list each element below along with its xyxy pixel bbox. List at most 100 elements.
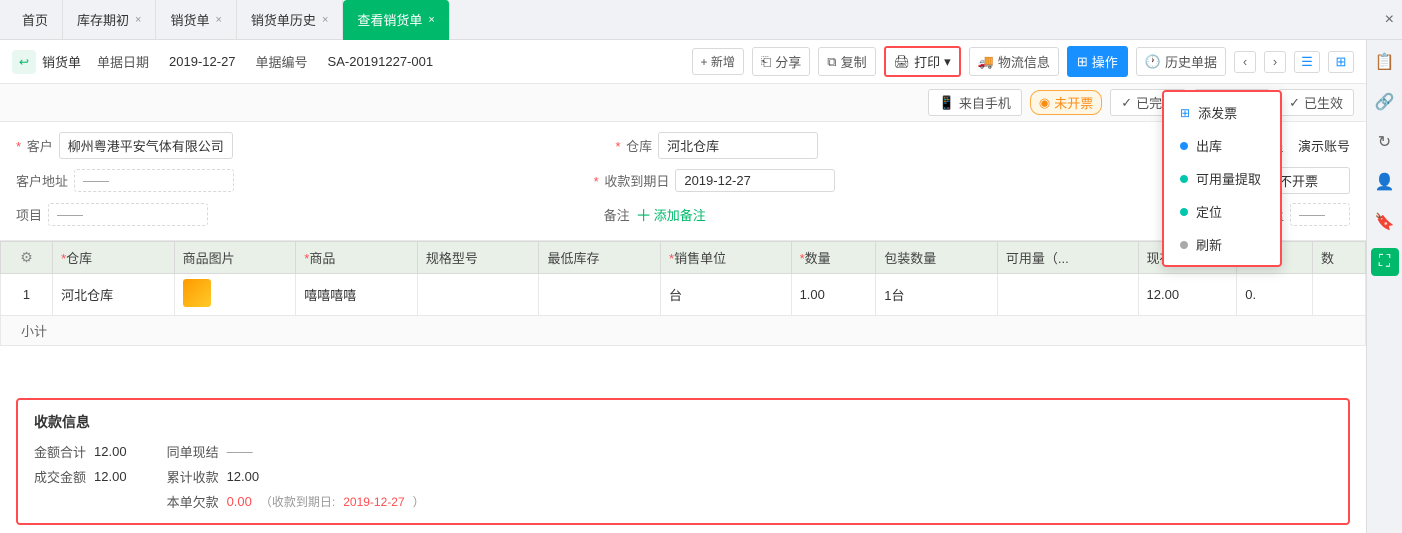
ticket-type-value[interactable]: 不开票 (1270, 167, 1350, 194)
available-qty-item[interactable]: 可用量提取 (1164, 162, 1280, 195)
operations-icon: ⊞ (1077, 54, 1088, 70)
prev-record[interactable]: ‹ (1234, 51, 1256, 73)
warehouse-group: * 仓库 河北仓库 (615, 132, 1214, 159)
col-qty: *数量 (791, 242, 876, 274)
sidebar-link-icon[interactable]: 🔗 (1371, 88, 1399, 116)
address-value[interactable]: —— (74, 169, 234, 192)
cumulative-row: 累计收款 12.00 (167, 467, 425, 486)
logistics-button[interactable]: 🚚 物流信息 (969, 47, 1059, 76)
current-due-value: 0.00 (227, 494, 252, 509)
payment-date-value[interactable]: 2019-12-27 (675, 169, 835, 192)
amount-row: 金额合计 12.00 (34, 442, 127, 461)
row-price: 0. (1237, 274, 1313, 316)
close-tab-history[interactable]: × (322, 14, 328, 26)
tab-sales-history[interactable]: 销货单历史 × (237, 0, 343, 40)
cumulative-value: 12.00 (227, 469, 260, 484)
tab-bar: 首页 库存期初 × 销货单 × 销货单历史 × 查看销货单 × × (0, 0, 1402, 40)
doc-number-label: 单据编号 (256, 52, 308, 71)
print-button[interactable]: 🖨 打印 ▾ (884, 46, 961, 77)
col-gear[interactable]: ⚙ (1, 242, 53, 274)
effective-icon: ✓ (1289, 95, 1300, 111)
row-min-stock (539, 274, 661, 316)
col-product: *商品 (296, 242, 418, 274)
from-phone-button[interactable]: 📱 来自手机 (928, 89, 1022, 116)
print-dropdown-icon: ▾ (944, 54, 951, 70)
share-button[interactable]: ⎗ 分享 (752, 47, 810, 76)
history-icon: 🕐 (1145, 54, 1161, 70)
project-group: 项目 —— (16, 203, 604, 226)
col-available: 可用量（... (997, 242, 1138, 274)
trade-amount-label: 成交金额 (34, 467, 86, 486)
sidebar-expand-icon[interactable]: ⛶ (1371, 248, 1399, 276)
payment-date-group: * 收款到期日 2019-12-27 (594, 169, 1172, 192)
add-invoice-icon: ⊞ (1180, 106, 1190, 120)
effective-button[interactable]: ✓ 已生效 (1278, 89, 1354, 116)
sidebar-bookmark-icon[interactable]: 🔖 (1371, 208, 1399, 236)
refresh-item[interactable]: 刷新 (1164, 228, 1280, 261)
business-staff-value[interactable]: —— (1290, 203, 1350, 226)
close-tab-view[interactable]: × (428, 14, 434, 26)
list-view-button[interactable]: ☰ (1294, 51, 1320, 73)
share-icon: ⎗ (761, 54, 771, 70)
col-min-stock: 最低库存 (539, 242, 661, 274)
form-row-2: 客户地址 —— * 收款到期日 2019-12-27 * 票据类型 不开票 (16, 167, 1350, 194)
form-row-3: 项目 —— 备注 ＋ 添加备注 * 业务员孟 —— (16, 202, 1350, 226)
project-value[interactable]: —— (48, 203, 208, 226)
locate-item[interactable]: 定位 (1164, 195, 1280, 228)
outbound-item[interactable]: 出库 (1164, 129, 1280, 162)
due-date: 2019-12-27 (343, 495, 404, 509)
refresh-dot-icon (1180, 241, 1188, 249)
form-row-1: * * 客户客户 柳州粤港平安气体有限公司 * 仓库 河北仓库 业务员 演示账号 (16, 132, 1350, 159)
locate-dot-icon (1180, 208, 1188, 216)
doc-date-label: 单据日期 (97, 52, 149, 71)
customer-group: * * 客户客户 柳州粤港平安气体有限公司 (16, 132, 615, 159)
doc-type-icon: ↩ (12, 50, 36, 74)
summary-title: 收款信息 (34, 412, 1332, 432)
warehouse-value[interactable]: 河北仓库 (658, 132, 818, 159)
subtotal-row: 小计 (1, 316, 1366, 346)
copy-icon: ⧉ (827, 54, 836, 70)
close-tab-sales[interactable]: × (215, 14, 221, 26)
tab-view-sales-order[interactable]: 查看销货单 × (343, 0, 449, 40)
operations-button[interactable]: ⊞ 操作 (1067, 46, 1128, 77)
table-row: 1 河北仓库 嘻嘻嘻嘻 台 1.00 1台 12.00 0. (1, 274, 1366, 316)
tab-inventory[interactable]: 库存期初 × (63, 0, 156, 40)
amount-label: 金额合计 (34, 442, 86, 461)
tab-sales-order[interactable]: 销货单 × (156, 0, 236, 40)
tab-home[interactable]: 首页 (8, 0, 63, 40)
due-hint: （收款到期日: (260, 493, 335, 510)
row-amount (1313, 274, 1366, 316)
available-qty-dot-icon (1180, 175, 1188, 183)
col-warehouse: *仓库 (53, 242, 175, 274)
sidebar-doc-icon[interactable]: 📋 (1371, 48, 1399, 76)
doc-title: ↩ 销货单 (12, 50, 81, 74)
next-record[interactable]: › (1264, 51, 1286, 73)
add-invoice-item[interactable]: ⊞ 添发票 (1164, 96, 1280, 129)
col-pkg-qty: 包装数量 (876, 242, 998, 274)
history-button[interactable]: 🕐 历史单据 (1136, 47, 1226, 76)
col-unit: *销售单位 (661, 242, 792, 274)
current-due-row: 本单欠款 0.00 （收款到期日: 2019-12-27 ） (167, 492, 425, 511)
row-pkg-qty: 1台 (876, 274, 998, 316)
close-all-tabs[interactable]: × (1385, 11, 1394, 29)
grid-view-button[interactable]: ⊞ (1328, 51, 1354, 73)
same-order-value: —— (227, 444, 253, 459)
new-button[interactable]: + 新增 (692, 48, 744, 75)
sidebar-refresh-icon[interactable]: ↻ (1371, 128, 1399, 156)
row-product: 嘻嘻嘻嘻 (296, 274, 418, 316)
not-open-ticket-button[interactable]: ◉ 未开票 (1030, 90, 1102, 115)
row-available (997, 274, 1138, 316)
right-sidebar: 📋 🔗 ↻ 👤 🔖 ⛶ (1366, 40, 1402, 533)
doc-number-value: SA-20191227-001 (328, 54, 434, 69)
copy-button[interactable]: ⧉ 复制 (818, 47, 875, 76)
phone-icon: 📱 (939, 95, 955, 111)
row-product-image (174, 274, 296, 316)
same-order-row: 同单现结 —— (167, 442, 425, 461)
add-remark-button[interactable]: ＋ 添加备注 (636, 202, 706, 226)
print-icon: 🖨 (894, 54, 911, 70)
sidebar-user-icon[interactable]: 👤 (1371, 168, 1399, 196)
close-tab-inventory[interactable]: × (135, 14, 141, 26)
summary-panel: 收款信息 金额合计 12.00 成交金额 12.00 同单现结 —— (16, 398, 1350, 525)
toolbar-right: + 新增 ⎗ 分享 ⧉ 复制 🖨 打印 ▾ 🚚 物流信息 (692, 46, 1354, 77)
customer-value[interactable]: 柳州粤港平安气体有限公司 (59, 132, 233, 159)
